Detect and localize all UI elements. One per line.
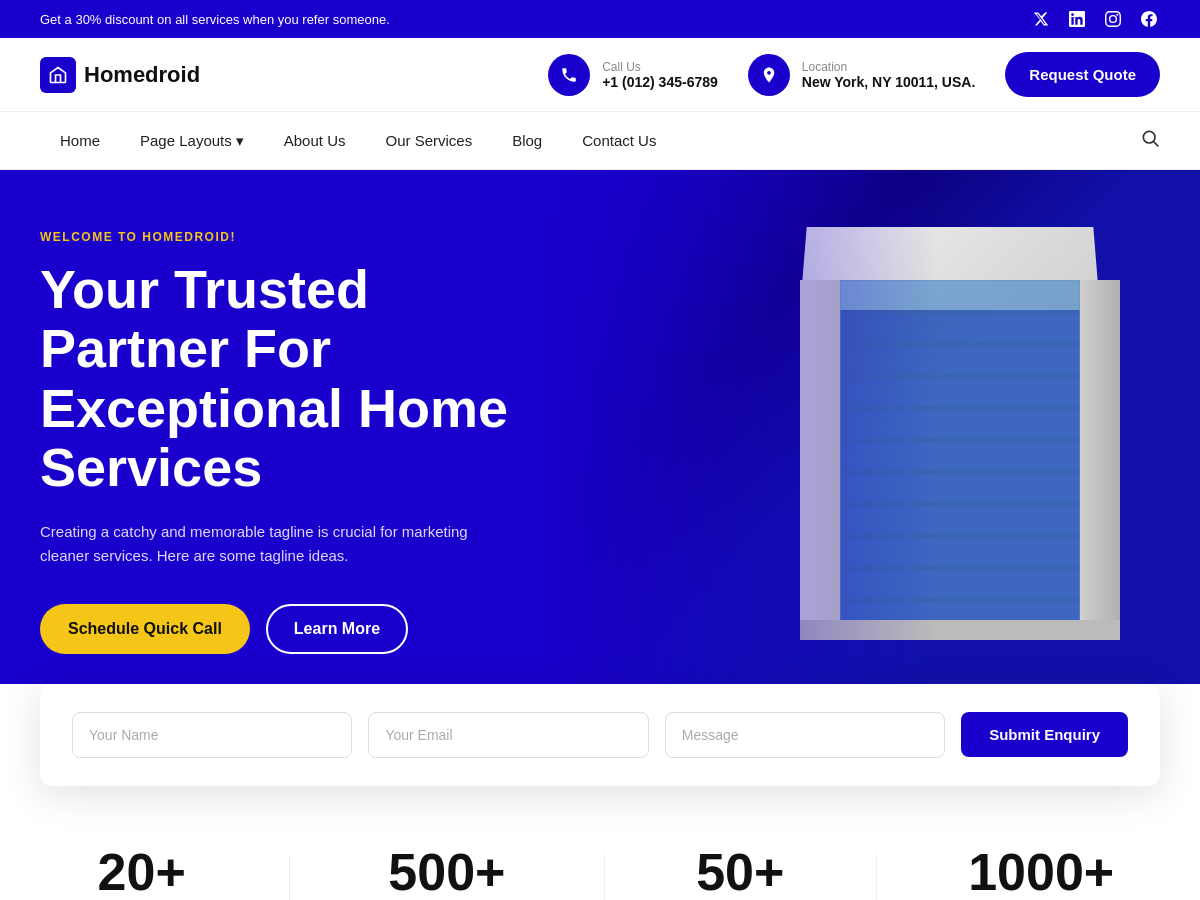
svg-point-0 <box>1143 131 1155 143</box>
stat-divider-1 <box>289 854 290 900</box>
hero-image <box>540 170 1200 734</box>
phone-icon <box>548 54 590 96</box>
location-address: New York, NY 10011, USA. <box>802 74 976 90</box>
hero-buttons: Schedule Quick Call Learn More <box>40 604 520 654</box>
logo-icon <box>40 57 76 93</box>
nav-items: Home Page Layouts ▾ About Us Our Service… <box>40 114 676 168</box>
hero-description: Creating a catchy and memorable tagline … <box>40 520 520 568</box>
nav-contact-us[interactable]: Contact Us <box>562 114 676 167</box>
enquiry-section: Submit Enquiry <box>0 684 1200 786</box>
schedule-call-button[interactable]: Schedule Quick Call <box>40 604 250 654</box>
stat-projects-number: 500+ <box>381 846 512 898</box>
nav-home[interactable]: Home <box>40 114 120 167</box>
request-quote-button[interactable]: Request Quote <box>1005 52 1160 97</box>
hero-badge: WELCOME TO HOMEDROID! <box>40 230 520 244</box>
stat-projects: 500+ Projects Completed <box>381 846 512 900</box>
stat-customers: 1000+ Happy Customers <box>968 846 1114 900</box>
hero-building <box>540 170 1200 734</box>
location-details: Location New York, NY 10011, USA. <box>802 60 976 90</box>
search-icon[interactable] <box>1140 128 1160 153</box>
learn-more-button[interactable]: Learn More <box>266 604 408 654</box>
phone-contact: Call Us +1 (012) 345-6789 <box>548 54 718 96</box>
twitter-icon[interactable] <box>1030 8 1052 30</box>
nav-page-layouts[interactable]: Page Layouts ▾ <box>120 114 264 168</box>
message-input[interactable] <box>665 712 945 758</box>
stat-customers-number: 1000+ <box>968 846 1114 898</box>
name-input[interactable] <box>72 712 352 758</box>
nav-blog[interactable]: Blog <box>492 114 562 167</box>
dropdown-arrow-icon: ▾ <box>236 132 244 150</box>
location-contact: Location New York, NY 10011, USA. <box>748 54 976 96</box>
stat-team-number: 50+ <box>696 846 784 898</box>
stat-years: 20+ Years In Industry <box>86 846 198 900</box>
logo[interactable]: Homedroid <box>40 57 200 93</box>
stat-divider-2 <box>604 854 605 900</box>
hero-section: WELCOME TO HOMEDROID! Your Trusted Partn… <box>0 170 1200 734</box>
top-banner: Get a 30% discount on all services when … <box>0 0 1200 38</box>
nav-about-us[interactable]: About Us <box>264 114 366 167</box>
banner-text: Get a 30% discount on all services when … <box>40 12 390 27</box>
submit-enquiry-button[interactable]: Submit Enquiry <box>961 712 1128 757</box>
svg-line-1 <box>1154 142 1159 147</box>
stat-divider-3 <box>876 854 877 900</box>
stat-years-number: 20+ <box>86 846 198 898</box>
location-label: Location <box>802 60 976 74</box>
hero-content: WELCOME TO HOMEDROID! Your Trusted Partn… <box>0 170 560 734</box>
call-label: Call Us <box>602 60 718 74</box>
social-icons <box>1030 8 1160 30</box>
header-contact: Call Us +1 (012) 345-6789 Location New Y… <box>548 52 1160 97</box>
nav-our-services[interactable]: Our Services <box>365 114 492 167</box>
email-input[interactable] <box>368 712 648 758</box>
stats-section: 20+ Years In Industry 500+ Projects Comp… <box>0 786 1200 900</box>
header: Homedroid Call Us +1 (012) 345-6789 Loca… <box>0 38 1200 112</box>
enquiry-card: Submit Enquiry <box>40 684 1160 786</box>
stat-team: 50+ Expert Team <box>696 846 784 900</box>
phone-details: Call Us +1 (012) 345-6789 <box>602 60 718 90</box>
navbar: Home Page Layouts ▾ About Us Our Service… <box>0 112 1200 170</box>
facebook-icon[interactable] <box>1138 8 1160 30</box>
phone-number: +1 (012) 345-6789 <box>602 74 718 90</box>
location-icon <box>748 54 790 96</box>
linkedin-icon[interactable] <box>1066 8 1088 30</box>
hero-title: Your Trusted Partner For Exceptional Hom… <box>40 260 520 498</box>
logo-text: Homedroid <box>84 62 200 88</box>
instagram-icon[interactable] <box>1102 8 1124 30</box>
